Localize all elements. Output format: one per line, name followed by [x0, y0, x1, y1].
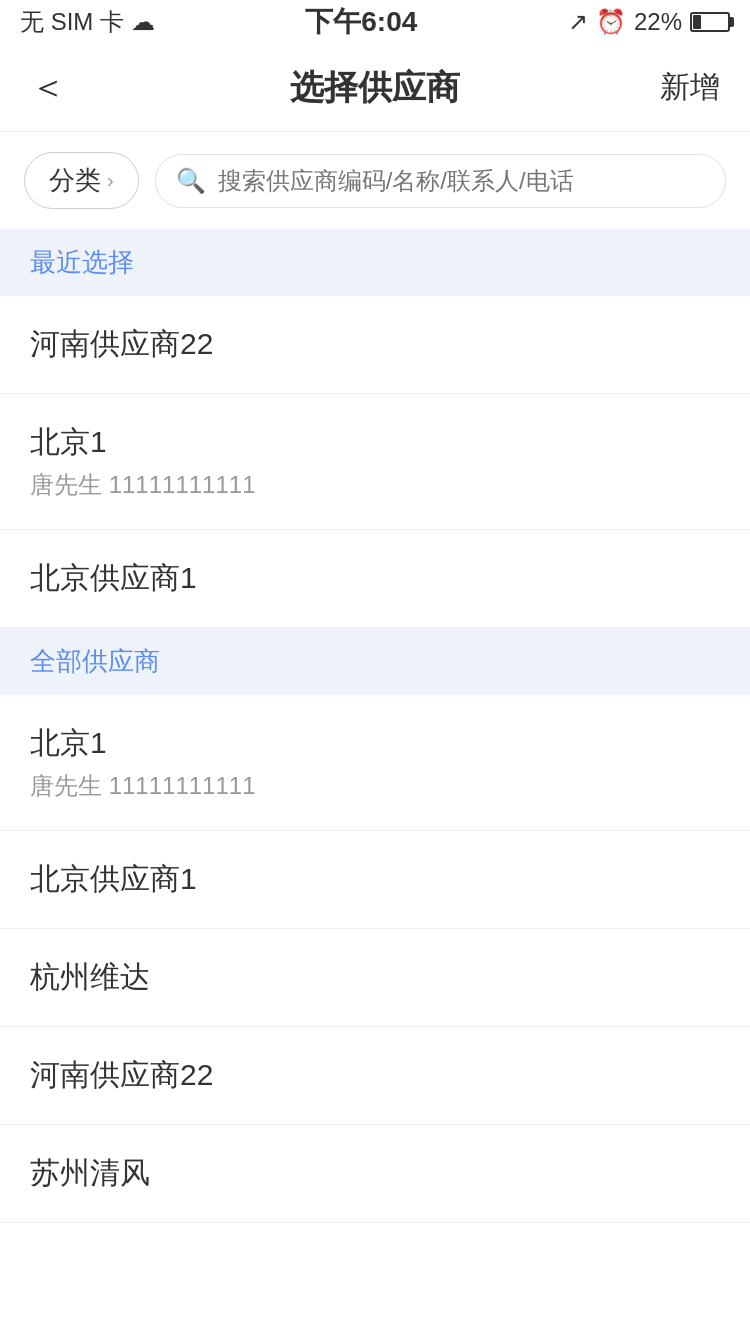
recent-list: 河南供应商22 北京1 唐先生 11111111111 北京供应商1 — [0, 296, 750, 628]
list-item[interactable]: 河南供应商22 — [0, 296, 750, 394]
item-name: 河南供应商22 — [30, 1055, 720, 1096]
back-button[interactable]: ＜ — [30, 63, 90, 112]
battery-icon — [690, 12, 730, 32]
list-item[interactable]: 北京供应商1 — [0, 831, 750, 929]
item-name: 杭州维达 — [30, 957, 720, 998]
list-item[interactable]: 苏州清风 — [0, 1125, 750, 1223]
all-list: 北京1 唐先生 11111111111 北京供应商1 杭州维达河南供应商22 苏州清风 — [0, 695, 750, 1223]
recent-section-header: 最近选择 — [0, 229, 750, 296]
list-item[interactable]: 杭州维达 — [0, 929, 750, 1027]
item-name: 北京1 — [30, 723, 720, 764]
all-section-header: 全部供应商 — [0, 628, 750, 695]
item-name: 北京供应商1 — [30, 859, 720, 900]
status-bar: 无 SIM 卡 ☁ 下午6:04 ↗ ⏰ 22% — [0, 0, 750, 44]
item-sub: 唐先生 11111111111 — [30, 469, 720, 501]
item-name: 北京供应商1 — [30, 558, 720, 599]
list-item[interactable]: 北京1 唐先生 11111111111 — [0, 695, 750, 831]
page-title: 选择供应商 — [290, 65, 460, 111]
item-name: 河南供应商22 — [30, 324, 720, 365]
list-item[interactable]: 河南供应商22 — [0, 1027, 750, 1125]
add-button[interactable]: 新增 — [660, 67, 720, 108]
filter-bar: 分类 › 🔍 — [0, 132, 750, 229]
search-icon: 🔍 — [176, 167, 206, 195]
list-item[interactable]: 北京供应商1 — [0, 530, 750, 628]
category-label: 分类 — [49, 163, 101, 198]
status-time: 下午6:04 — [305, 3, 417, 41]
status-left: 无 SIM 卡 ☁ — [20, 6, 155, 38]
search-input[interactable] — [218, 167, 705, 195]
search-box[interactable]: 🔍 — [155, 154, 726, 208]
nav-bar: ＜ 选择供应商 新增 — [0, 44, 750, 132]
location-icon: ↗ — [568, 8, 588, 36]
item-sub: 唐先生 11111111111 — [30, 770, 720, 802]
battery-percent: 22% — [634, 8, 682, 36]
chevron-right-icon: › — [107, 169, 114, 192]
sim-status: 无 SIM 卡 ☁ — [20, 6, 155, 38]
item-name: 北京1 — [30, 422, 720, 463]
status-right: ↗ ⏰ 22% — [568, 8, 730, 36]
alarm-icon: ⏰ — [596, 8, 626, 36]
category-button[interactable]: 分类 › — [24, 152, 139, 209]
item-name: 苏州清风 — [30, 1153, 720, 1194]
list-item[interactable]: 北京1 唐先生 11111111111 — [0, 394, 750, 530]
